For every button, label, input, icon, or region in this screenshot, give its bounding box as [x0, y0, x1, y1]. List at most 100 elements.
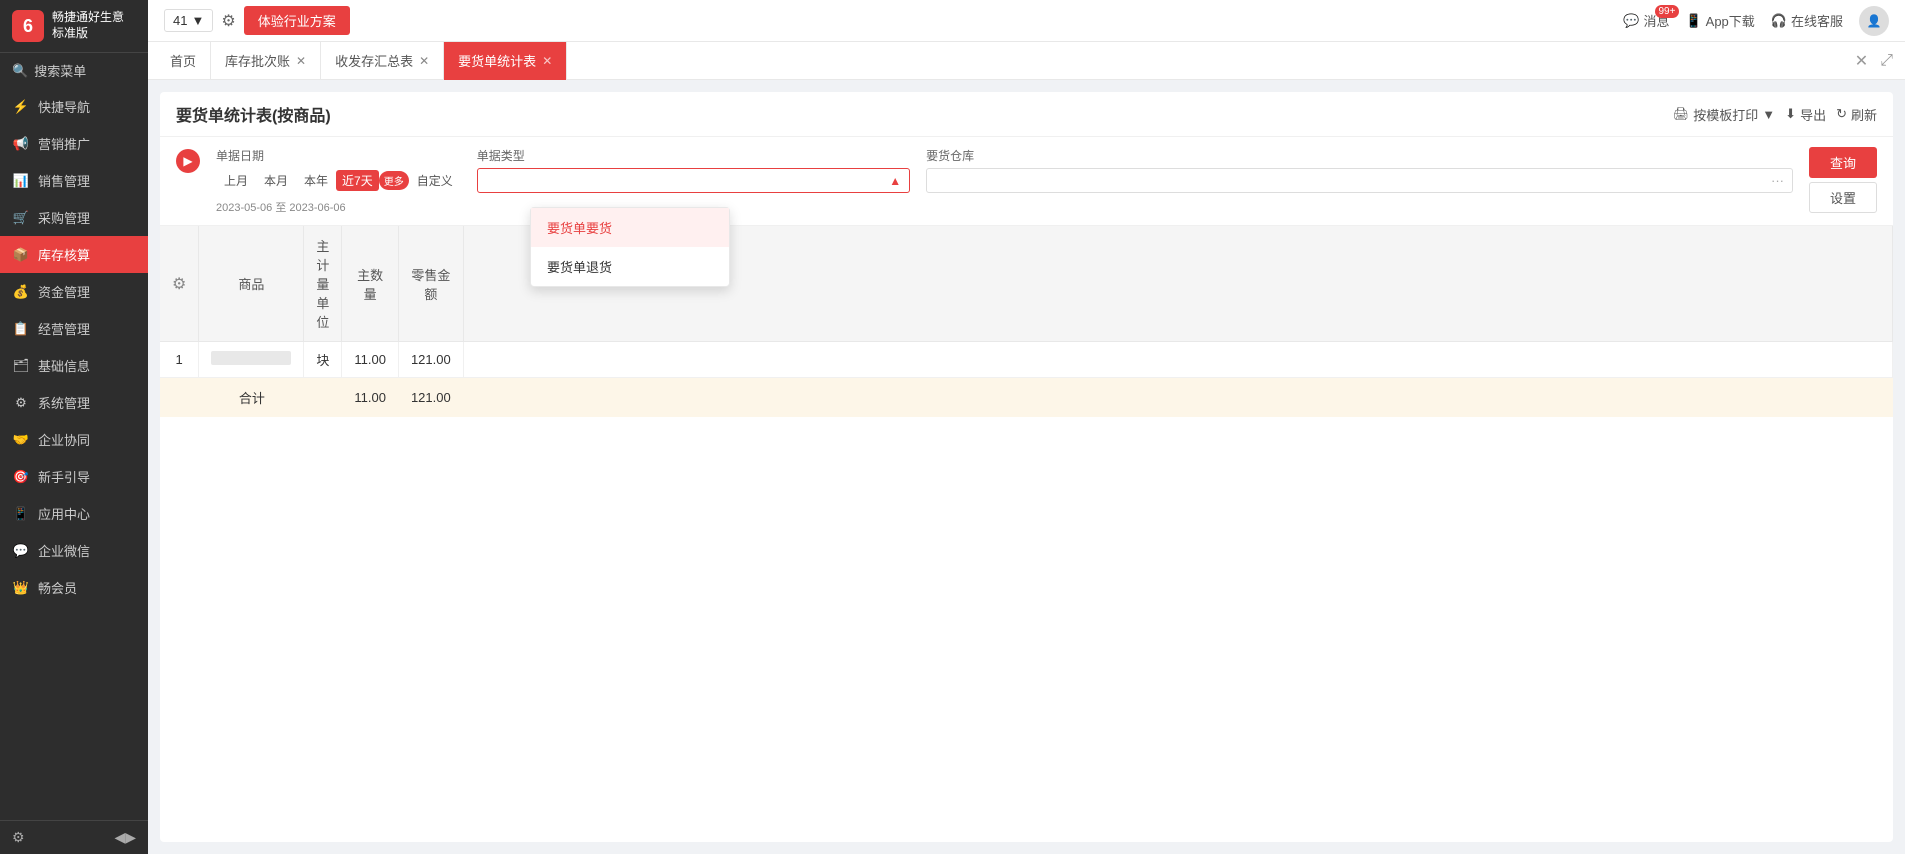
- sidebar-item-marketing[interactable]: 📢 营销推广: [0, 125, 148, 162]
- warehouse-input[interactable]: [935, 173, 1771, 188]
- sidebar-label-sales: 销售管理: [38, 171, 90, 190]
- sidebar-icon-quick-nav: ⚡: [12, 98, 30, 116]
- sidebar-item-wechat[interactable]: 💬 企业微信: [0, 532, 148, 569]
- sidebar-label-newbie: 新手引导: [38, 467, 90, 486]
- topbar-gear-icon[interactable]: ⚙: [221, 11, 235, 31]
- trial-button[interactable]: 体验行业方案: [244, 6, 350, 35]
- doc-type-chevron-up-icon[interactable]: ▲: [889, 174, 901, 188]
- table-settings-icon[interactable]: ⚙: [172, 276, 186, 293]
- table-th-product: 商品: [199, 226, 304, 342]
- sidebar-collapse-btn[interactable]: ◀▶: [114, 829, 136, 846]
- product-placeholder-0: [211, 351, 291, 365]
- sidebar-item-purchase[interactable]: 🛒 采购管理: [0, 199, 148, 236]
- sidebar-item-quick-nav[interactable]: ⚡ 快捷导航: [0, 88, 148, 125]
- sidebar-item-newbie[interactable]: 🎯 新手引导: [0, 458, 148, 495]
- filter-actions: 查询 设置: [1809, 147, 1877, 213]
- sidebar-label-enterprise: 企业协同: [38, 430, 90, 449]
- warehouse-label: 要货仓库: [926, 147, 1793, 164]
- page-header-actions: 🖨 按模板打印 ▼ ⬇ 导出 ↻ 刷新: [1673, 105, 1877, 124]
- user-avatar[interactable]: 👤: [1859, 6, 1889, 36]
- date-range-display: 2023-05-06 至 2023-06-06: [216, 199, 461, 215]
- sidebar-label-purchase: 采购管理: [38, 208, 90, 227]
- page-content: 要货单统计表(按商品) 🖨 按模板打印 ▼ ⬇ 导出 ↻ 刷新: [148, 80, 1905, 854]
- print-label: 按模板打印: [1693, 105, 1758, 124]
- sidebar-search[interactable]: 🔍 搜索菜单: [0, 53, 148, 88]
- warehouse-input-container[interactable]: ···: [926, 168, 1793, 193]
- export-btn[interactable]: ⬇ 导出: [1785, 105, 1826, 124]
- filter-bar: ▶ 单据日期 上月 本月 本年 近7天 更多 自定义 2023-05-06 至 …: [160, 137, 1893, 226]
- sidebar-item-app-center[interactable]: 📱 应用中心: [0, 495, 148, 532]
- tab-close-order-stats[interactable]: ✕: [542, 54, 552, 68]
- topbar-left: 41 ▼ ⚙ 体验行业方案: [164, 6, 1611, 35]
- sidebar-item-inventory[interactable]: 📦 库存核算: [0, 236, 148, 273]
- sidebar-item-basic[interactable]: 🗂 基础信息: [0, 347, 148, 384]
- sidebar-label-quick-nav: 快捷导航: [38, 97, 90, 116]
- sidebar-label-basic: 基础信息: [38, 356, 90, 375]
- footer-extra-cell: [463, 378, 1892, 418]
- sidebar-icon-purchase: 🛒: [12, 209, 30, 227]
- table-th-quantity: 主数量: [342, 226, 399, 342]
- table-header-row: ⚙ 商品 主计量单位 主数量 零售金额: [160, 226, 1893, 342]
- main-content: 41 ▼ ⚙ 体验行业方案 💬 消息 99+ 📱 App下载 🎧 在线客服 👤: [148, 0, 1905, 854]
- messages-btn[interactable]: 💬 消息 99+: [1623, 11, 1669, 30]
- date-more-badge-btn[interactable]: 更多: [379, 171, 409, 190]
- footer-quantity-cell: 11.00: [342, 378, 399, 418]
- table-th-amount: 零售金额: [398, 226, 463, 342]
- tab-receipt-summary[interactable]: 收发存汇总表✕: [321, 42, 444, 80]
- date-last-7days-btn[interactable]: 近7天: [336, 170, 379, 191]
- filter-expand-toggle[interactable]: ▶: [176, 149, 200, 173]
- sidebar-item-enterprise[interactable]: 🤝 企业协同: [0, 421, 148, 458]
- tab-close-inventory-batch[interactable]: ✕: [296, 54, 306, 68]
- doc-type-input-container[interactable]: ▲: [477, 168, 910, 193]
- date-custom-btn[interactable]: 自定义: [409, 168, 461, 193]
- tab-home[interactable]: 首页: [156, 42, 211, 80]
- dropdown-item-return[interactable]: 要货单退货: [531, 247, 729, 286]
- sidebar-item-member[interactable]: 👑 畅会员: [0, 569, 148, 606]
- print-btn[interactable]: 🖨 按模板打印 ▼: [1673, 105, 1775, 124]
- td-quantity-0: 11.00: [342, 342, 399, 378]
- online-service-btn[interactable]: 🎧 在线客服: [1771, 11, 1843, 30]
- tab-label-order-stats: 要货单统计表: [458, 51, 536, 70]
- logo-text: 畅捷通好生意 标准版: [52, 10, 124, 41]
- tab-inventory-batch[interactable]: 库存批次账✕: [211, 42, 321, 80]
- footer-index-cell: [160, 378, 199, 418]
- sidebar-label-system: 系统管理: [38, 393, 90, 412]
- company-selector[interactable]: 41 ▼: [164, 9, 213, 32]
- print-icon: 🖨: [1673, 106, 1690, 122]
- doc-type-input[interactable]: [486, 173, 890, 188]
- refresh-btn[interactable]: ↻ 刷新: [1836, 105, 1877, 124]
- tab-label-home: 首页: [170, 51, 196, 70]
- sidebar-icon-operations: 📋: [12, 320, 30, 338]
- date-this-month-btn[interactable]: 本月: [256, 168, 296, 193]
- table-th-settings[interactable]: ⚙: [160, 226, 199, 342]
- date-filter-buttons: 上月 本月 本年 近7天 更多 自定义: [216, 168, 461, 193]
- tab-close-receipt-summary[interactable]: ✕: [419, 54, 429, 68]
- sidebar-item-finance[interactable]: 💰 资金管理: [0, 273, 148, 310]
- sidebar-label-operations: 经营管理: [38, 319, 90, 338]
- doc-type-label: 单据类型: [477, 147, 910, 164]
- logo-icon: 6: [12, 10, 44, 42]
- sidebar-settings-btn[interactable]: ⚙: [12, 829, 25, 846]
- sidebar-icon-newbie: 🎯: [12, 468, 30, 486]
- sidebar-item-system[interactable]: ⚙ 系统管理: [0, 384, 148, 421]
- sidebar-item-operations[interactable]: 📋 经营管理: [0, 310, 148, 347]
- close-all-tabs-btn[interactable]: ✕: [1847, 51, 1876, 71]
- sidebar-item-sales[interactable]: 📊 销售管理: [0, 162, 148, 199]
- table-wrapper: ⚙ 商品 主计量单位 主数量 零售金额 1 块 11.00 121.00: [160, 226, 1893, 417]
- app-download-btn[interactable]: 📱 App下载: [1685, 11, 1754, 30]
- sidebar-label-marketing: 营销推广: [38, 134, 90, 153]
- date-this-year-btn[interactable]: 本年: [296, 168, 336, 193]
- sidebar-label-member: 畅会员: [38, 578, 77, 597]
- date-last-month-btn[interactable]: 上月: [216, 168, 256, 193]
- sidebar: 6 畅捷通好生意 标准版 🔍 搜索菜单 ⚡ 快捷导航 📢 营销推广 📊 销售管理…: [0, 0, 148, 854]
- app-logo: 6 畅捷通好生意 标准版: [0, 0, 148, 53]
- settings-button[interactable]: 设置: [1809, 182, 1877, 213]
- sidebar-icon-app-center: 📱: [12, 505, 30, 523]
- tab-order-stats[interactable]: 要货单统计表 ✕: [444, 42, 567, 80]
- doc-type-dropdown: 要货单要货 要货单退货: [530, 207, 730, 287]
- warehouse-filter-group: 要货仓库 ···: [926, 147, 1793, 193]
- dropdown-item-order[interactable]: 要货单要货: [531, 208, 729, 247]
- more-icon[interactable]: ···: [1771, 173, 1784, 188]
- expand-tabs-btn[interactable]: ⤢: [1876, 52, 1897, 70]
- query-button[interactable]: 查询: [1809, 147, 1877, 178]
